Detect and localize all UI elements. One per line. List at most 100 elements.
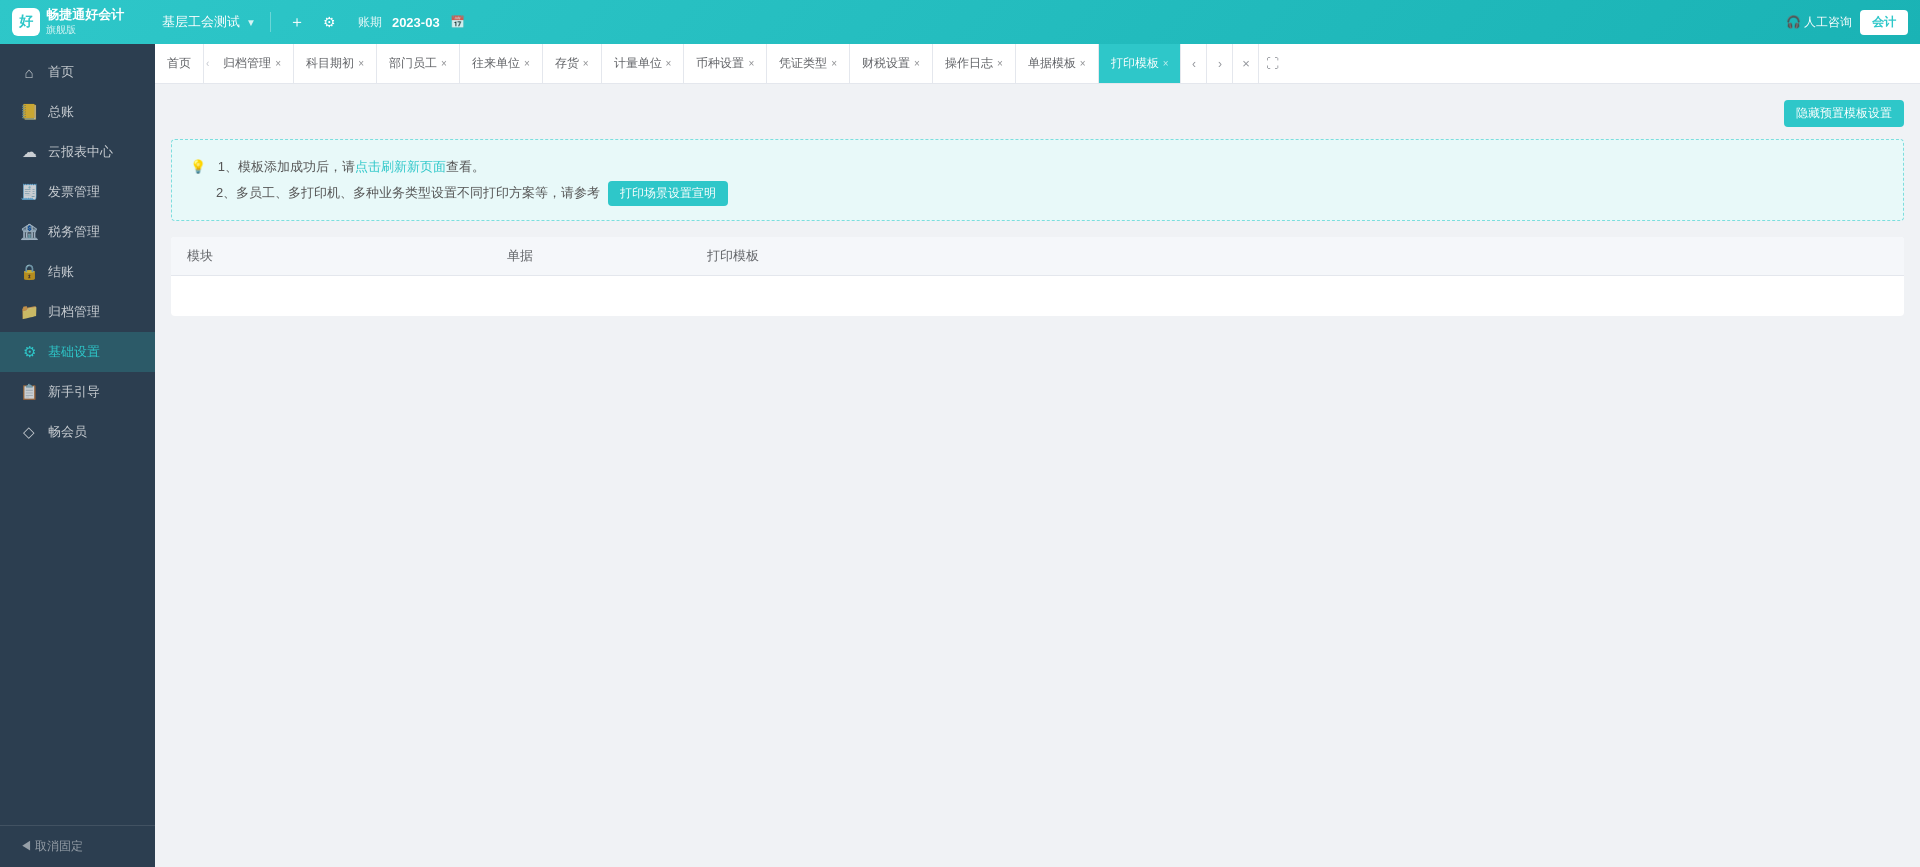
divider-1	[270, 12, 271, 32]
tab-tax-set[interactable]: 财税设置 ×	[850, 44, 933, 83]
tab-next-button[interactable]: ›	[1207, 44, 1233, 83]
top-bar: 好 畅捷通好会计 旗舰版 基层工会测试 ▼ ＋ ⚙ 账期 2023-03 📅 🎧…	[0, 0, 1920, 44]
sidebar-item-home[interactable]: ⌂ 首页	[0, 52, 155, 92]
tab-voucher-label: 凭证类型	[779, 55, 827, 72]
main-layout: ⌂ 首页 📒 总账 ☁ 云报表中心 🧾 发票管理 🏦 税务管理 🔒 结账	[0, 44, 1920, 867]
tab-home[interactable]: 首页	[155, 44, 204, 83]
bulb-icon: 💡	[190, 159, 206, 174]
sidebar-item-member[interactable]: ◇ 畅会员	[0, 412, 155, 452]
tab-subject-label: 科目期初	[306, 55, 354, 72]
tab-dept[interactable]: 部门员工 ×	[377, 44, 460, 83]
tab-dept-close[interactable]: ×	[441, 58, 447, 69]
data-table: 模块 单据 打印模板	[171, 237, 1904, 316]
tab-bar: 首页 ‹ 归档管理 × 科目期初 × 部门员工 × 往来单位 × 存货 ×	[155, 44, 1920, 84]
tab-inventory-close[interactable]: ×	[583, 58, 589, 69]
logo-text-block: 畅捷通好会计 旗舰版	[46, 7, 124, 37]
logo-area: 好 畅捷通好会计 旗舰版	[12, 7, 152, 37]
company-selector[interactable]: 基层工会测试 ▼	[162, 13, 256, 31]
tab-archive-label: 归档管理	[223, 55, 271, 72]
tab-single-close[interactable]: ×	[1080, 58, 1086, 69]
tab-subject-close[interactable]: ×	[358, 58, 364, 69]
info-refresh-link[interactable]: 点击刷新新页面	[355, 159, 446, 174]
sidebar-item-reports[interactable]: ☁ 云报表中心	[0, 132, 155, 172]
page-content: 隐藏预置模板设置 💡 1、模板添加成功后，请点击刷新新页面查看。 2、多员工、多…	[155, 84, 1920, 867]
sidebar-item-settings[interactable]: ⚙ 基础设置	[0, 332, 155, 372]
account-button[interactable]: 会计	[1860, 10, 1908, 35]
chevron-down-icon: ▼	[246, 17, 256, 28]
hide-template-button[interactable]: 隐藏预置模板设置	[1784, 100, 1904, 127]
gear-icon: ⚙	[20, 343, 38, 361]
tab-partner-close[interactable]: ×	[524, 58, 530, 69]
sidebar-label-tax: 税务管理	[48, 223, 100, 241]
sidebar-label-archive: 归档管理	[48, 303, 100, 321]
tab-inventory[interactable]: 存货 ×	[543, 44, 602, 83]
tab-single[interactable]: 单据模板 ×	[1016, 44, 1099, 83]
period-label: 账期	[358, 14, 382, 31]
sidebar-label-invoice: 发票管理	[48, 183, 100, 201]
tab-subject[interactable]: 科目期初 ×	[294, 44, 377, 83]
sidebar: ⌂ 首页 📒 总账 ☁ 云报表中心 🧾 发票管理 🏦 税务管理 🔒 结账	[0, 44, 155, 867]
tab-currency-close[interactable]: ×	[748, 58, 754, 69]
tab-unit[interactable]: 计量单位 ×	[602, 44, 685, 83]
tab-oplog[interactable]: 操作日志 ×	[933, 44, 1016, 83]
col-module-header: 模块	[171, 247, 491, 265]
info-line2: 2、多员工、多打印机、多种业务类型设置不同打印方案等，请参考 打印场景设置宣明	[216, 180, 1885, 206]
sidebar-footer[interactable]: ◀ 取消固定	[0, 825, 155, 867]
sidebar-item-tax[interactable]: 🏦 税务管理	[0, 212, 155, 252]
info-line1: 💡 1、模板添加成功后，请点击刷新新页面查看。	[190, 154, 1885, 180]
support-label: 人工咨询	[1804, 14, 1852, 31]
period-value: 2023-03	[392, 15, 440, 30]
tab-tax-set-close[interactable]: ×	[914, 58, 920, 69]
tab-currency-label: 币种设置	[696, 55, 744, 72]
tab-expand-button[interactable]: ⛶	[1259, 44, 1285, 83]
sidebar-item-close[interactable]: 🔒 结账	[0, 252, 155, 292]
tab-archive[interactable]: 归档管理 ×	[211, 44, 294, 83]
ledger-icon: 📒	[20, 103, 38, 121]
tab-home-chevron[interactable]: ‹	[204, 58, 211, 69]
tab-inventory-label: 存货	[555, 55, 579, 72]
hide-template-area: 隐藏预置模板设置	[171, 100, 1904, 127]
sidebar-item-guide[interactable]: 📋 新手引导	[0, 372, 155, 412]
content-area: 首页 ‹ 归档管理 × 科目期初 × 部门员工 × 往来单位 × 存货 ×	[155, 44, 1920, 867]
sidebar-item-invoice[interactable]: 🧾 发票管理	[0, 172, 155, 212]
tab-print[interactable]: 打印模板 ×	[1099, 44, 1182, 83]
home-icon: ⌂	[20, 64, 38, 81]
tab-print-close[interactable]: ×	[1163, 58, 1169, 69]
cloud-icon: ☁	[20, 143, 38, 161]
settings-icon[interactable]: ⚙	[319, 14, 340, 30]
member-icon: ◇	[20, 423, 38, 441]
add-button[interactable]: ＋	[285, 12, 309, 33]
sidebar-item-ledger[interactable]: 📒 总账	[0, 92, 155, 132]
support-button[interactable]: 🎧 人工咨询	[1786, 14, 1852, 31]
info-line1-prefix: 1、模板添加成功后，请	[218, 159, 355, 174]
sidebar-label-close: 结账	[48, 263, 74, 281]
sidebar-label-settings: 基础设置	[48, 343, 100, 361]
tab-prev-button[interactable]: ‹	[1181, 44, 1207, 83]
tab-single-label: 单据模板	[1028, 55, 1076, 72]
tab-voucher[interactable]: 凭证类型 ×	[767, 44, 850, 83]
tab-print-label: 打印模板	[1111, 55, 1159, 72]
company-name: 基层工会测试	[162, 13, 240, 31]
archive-icon: 📁	[20, 303, 38, 321]
sidebar-label-member: 畅会员	[48, 423, 87, 441]
lock-icon: 🔒	[20, 263, 38, 281]
tab-home-label: 首页	[167, 55, 191, 72]
tab-tax-set-label: 财税设置	[862, 55, 910, 72]
logo-subtitle: 旗舰版	[46, 23, 124, 37]
tab-unit-close[interactable]: ×	[666, 58, 672, 69]
tab-oplog-close[interactable]: ×	[997, 58, 1003, 69]
tab-voucher-close[interactable]: ×	[831, 58, 837, 69]
headset-icon: 🎧	[1786, 15, 1801, 29]
tab-close-all-button[interactable]: ×	[1233, 44, 1259, 83]
tab-currency[interactable]: 币种设置 ×	[684, 44, 767, 83]
logo-title: 畅捷通好会计	[46, 7, 124, 23]
print-scene-button[interactable]: 打印场景设置宣明	[608, 181, 728, 206]
sidebar-label-ledger: 总账	[48, 103, 74, 121]
tab-archive-close[interactable]: ×	[275, 58, 281, 69]
guide-icon: 📋	[20, 383, 38, 401]
calendar-icon[interactable]: 📅	[450, 15, 465, 29]
tab-partner[interactable]: 往来单位 ×	[460, 44, 543, 83]
sidebar-item-archive[interactable]: 📁 归档管理	[0, 292, 155, 332]
unpin-label: ◀ 取消固定	[20, 838, 83, 855]
col-order-header: 单据	[491, 247, 691, 265]
